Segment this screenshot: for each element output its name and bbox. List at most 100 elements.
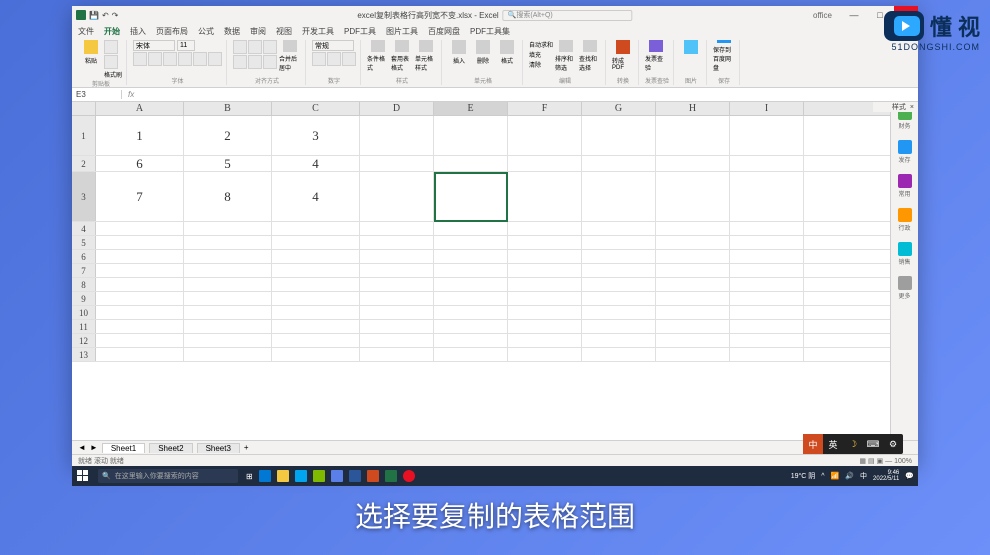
border-button[interactable] <box>178 52 192 66</box>
row-header-9[interactable]: 9 <box>72 292 96 305</box>
cell-a1[interactable]: 1 <box>96 116 184 155</box>
cell-d1[interactable] <box>360 116 434 155</box>
conditional-format-button[interactable]: 条件格式 <box>367 40 389 72</box>
align-bot-button[interactable] <box>263 40 277 54</box>
minimize-button[interactable]: — <box>842 6 866 24</box>
sort-filter-button[interactable]: 排序和筛选 <box>555 40 577 72</box>
row-header-4[interactable]: 4 <box>72 222 96 235</box>
menu-pdf[interactable]: PDF工具 <box>344 26 376 37</box>
cell-e3[interactable] <box>434 172 508 221</box>
paste-button[interactable]: 粘贴 <box>80 40 102 72</box>
cell-e1[interactable] <box>434 116 508 155</box>
taskbar-app-excel[interactable] <box>385 470 397 482</box>
underline-button[interactable] <box>163 52 177 66</box>
taskbar-app-edge[interactable] <box>259 470 271 482</box>
cut-button[interactable] <box>104 40 118 54</box>
align-center-button[interactable] <box>248 55 262 69</box>
weather-widget[interactable]: 19°C 阴 <box>791 471 816 481</box>
cell-g2[interactable] <box>582 156 656 171</box>
cell-g1[interactable] <box>582 116 656 155</box>
col-header-e[interactable]: E <box>434 102 508 115</box>
task-view-icon[interactable]: ⊞ <box>246 472 253 481</box>
cell-c3[interactable]: 4 <box>272 172 360 221</box>
name-box[interactable]: E3 <box>72 90 122 99</box>
row-header-2[interactable]: 2 <box>72 156 96 171</box>
sheet-tab-2[interactable]: Sheet2 <box>149 443 192 453</box>
currency-button[interactable] <box>312 52 326 66</box>
qat-redo-icon[interactable]: ↷ <box>112 11 119 20</box>
percent-button[interactable] <box>327 52 341 66</box>
cell-a2[interactable]: 6 <box>96 156 184 171</box>
menu-data[interactable]: 数据 <box>224 26 240 37</box>
cell-h1[interactable] <box>656 116 730 155</box>
menu-pdfset[interactable]: PDF工具集 <box>470 26 510 37</box>
view-break-icon[interactable]: ▣ <box>877 458 884 465</box>
copy-button[interactable] <box>104 55 118 69</box>
menu-insert[interactable]: 插入 <box>130 26 146 37</box>
row-header-12[interactable]: 12 <box>72 334 96 347</box>
side-item-5[interactable]: 更多 <box>895 276 915 300</box>
qat-save-icon[interactable]: 💾 <box>89 11 99 20</box>
italic-button[interactable] <box>148 52 162 66</box>
col-header-d[interactable]: D <box>360 102 434 115</box>
ime-moon-icon[interactable]: ☽ <box>843 434 863 454</box>
row-header-7[interactable]: 7 <box>72 264 96 277</box>
pic-button[interactable] <box>680 40 702 72</box>
ime-zh-button[interactable]: 中 <box>803 434 823 454</box>
cell-c1[interactable]: 3 <box>272 116 360 155</box>
col-header-i[interactable]: I <box>730 102 804 115</box>
side-item-4[interactable]: 销售 <box>895 242 915 266</box>
menu-dev[interactable]: 开发工具 <box>302 26 334 37</box>
menu-view[interactable]: 视图 <box>276 26 292 37</box>
view-normal-icon[interactable]: ▦ <box>859 458 866 465</box>
taskbar-app-record[interactable] <box>403 470 415 482</box>
cell-style-button[interactable]: 单元格样式 <box>415 40 437 72</box>
cell-g3[interactable] <box>582 172 656 221</box>
row-header-13[interactable]: 13 <box>72 348 96 361</box>
ime-keyboard-icon[interactable]: ⌨ <box>863 434 883 454</box>
invoice-check-button[interactable]: 发票查验 <box>645 40 667 72</box>
cell-h3[interactable] <box>656 172 730 221</box>
netdisk-save-button[interactable]: 保存到百度网盘 <box>713 40 735 72</box>
panel-close-icon[interactable]: × <box>910 104 914 111</box>
col-header-h[interactable]: H <box>656 102 730 115</box>
cell-a3[interactable]: 7 <box>96 172 184 221</box>
notification-icon[interactable]: 💬 <box>905 472 914 480</box>
sheet-tab-3[interactable]: Sheet3 <box>197 443 240 453</box>
delete-cell-button[interactable]: 删除 <box>472 40 494 72</box>
qat-undo-icon[interactable]: ↶ <box>102 11 109 20</box>
cell-f3[interactable] <box>508 172 582 221</box>
menu-home[interactable]: 开始 <box>104 26 120 37</box>
sheet-add-button[interactable]: + <box>244 443 249 452</box>
row-header-11[interactable]: 11 <box>72 320 96 333</box>
taskbar-app-3[interactable] <box>331 470 343 482</box>
cell-f2[interactable] <box>508 156 582 171</box>
user-label[interactable]: office <box>813 11 832 20</box>
number-format-select[interactable]: 常规 <box>312 40 354 51</box>
cell-e2[interactable] <box>434 156 508 171</box>
row-header-6[interactable]: 6 <box>72 250 96 263</box>
row-header-3[interactable]: 3 <box>72 172 96 221</box>
cell-b3[interactable]: 8 <box>184 172 272 221</box>
sheet-nav-next-icon[interactable]: ► <box>90 443 98 452</box>
col-header-b[interactable]: B <box>184 102 272 115</box>
font-size-select[interactable]: 11 <box>177 40 195 51</box>
table-format-button[interactable]: 套用表格式 <box>391 40 413 72</box>
taskbar-clock[interactable]: 9:462022/5/11 <box>873 470 899 482</box>
taskbar-search[interactable]: 🔍在这里输入你要搜索的内容 <box>98 469 238 483</box>
cell-d2[interactable] <box>360 156 434 171</box>
ime-en-button[interactable]: 英 <box>823 434 843 454</box>
menu-netdisk[interactable]: 百度网盘 <box>428 26 460 37</box>
cell-i1[interactable] <box>730 116 804 155</box>
autosum-button[interactable]: 自动求和 <box>529 40 553 49</box>
merge-button[interactable]: 合并后居中 <box>279 40 301 72</box>
cell-c2[interactable]: 4 <box>272 156 360 171</box>
menu-formula[interactable]: 公式 <box>198 26 214 37</box>
cell-f1[interactable] <box>508 116 582 155</box>
font-select[interactable]: 宋体 <box>133 40 175 51</box>
font-color-button[interactable] <box>208 52 222 66</box>
align-top-button[interactable] <box>233 40 247 54</box>
side-item-2[interactable]: 常用 <box>895 174 915 198</box>
taskbar-app-2[interactable] <box>313 470 325 482</box>
bold-button[interactable] <box>133 52 147 66</box>
